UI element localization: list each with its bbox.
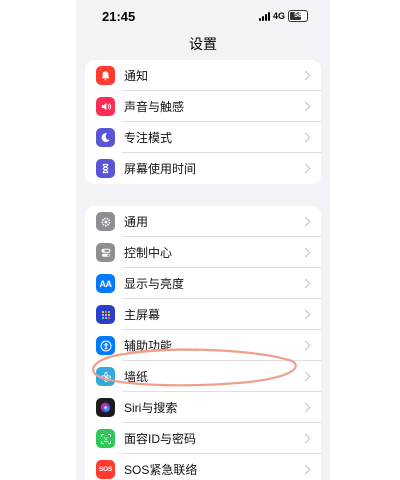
settings-group-2: 通用 控制中心 AA 显示与亮度 主屏幕 辅助功能 墙纸 Siri与搜索 面容I… xyxy=(85,206,321,480)
toggles-icon xyxy=(96,243,115,262)
chevron-right-icon xyxy=(300,278,311,289)
settings-row-home-screen[interactable]: 主屏幕 xyxy=(85,299,321,330)
network-type: 4G xyxy=(272,11,285,21)
accessibility-icon xyxy=(96,336,115,355)
settings-row-label: 辅助功能 xyxy=(124,339,173,353)
chevron-right-icon xyxy=(300,247,311,258)
battery-level: 58 xyxy=(294,12,302,19)
battery-icon: 58 xyxy=(288,10,308,22)
settings-group-1: 通知 声音与触感 专注模式 屏幕使用时间 xyxy=(85,60,321,184)
settings-screen: 21:45 4G 58 设置 通知 声音与触感 专注模式 屏幕使用时间 通用 控… xyxy=(76,0,330,480)
chevron-right-icon xyxy=(300,309,311,320)
sos-icon: SOS xyxy=(96,460,115,479)
settings-row-label: 屏幕使用时间 xyxy=(124,162,197,176)
home-grid-icon xyxy=(96,305,115,324)
settings-row-label: Siri与搜索 xyxy=(124,401,178,415)
settings-row-notifications[interactable]: 通知 xyxy=(85,60,321,91)
speaker-icon xyxy=(96,97,115,116)
page-title: 设置 xyxy=(189,36,217,52)
settings-row-focus[interactable]: 专注模式 xyxy=(85,122,321,153)
bell-icon xyxy=(96,66,115,85)
chevron-right-icon xyxy=(300,132,311,143)
hourglass-icon xyxy=(96,159,115,178)
text-size-icon: AA xyxy=(96,274,115,293)
status-indicators: 4G 58 xyxy=(258,10,308,22)
settings-row-label: 主屏幕 xyxy=(124,308,161,322)
chevron-right-icon xyxy=(300,464,311,475)
settings-row-screen-time[interactable]: 屏幕使用时间 xyxy=(85,153,321,184)
settings-row-label: 通用 xyxy=(124,215,149,229)
settings-row-wallpaper[interactable]: 墙纸 xyxy=(85,361,321,392)
chevron-right-icon xyxy=(300,163,311,174)
settings-row-siri[interactable]: Siri与搜索 xyxy=(85,392,321,423)
status-bar: 21:45 4G 58 xyxy=(76,0,330,32)
settings-row-label: 声音与触感 xyxy=(124,100,185,114)
status-time: 21:45 xyxy=(102,9,136,24)
face-id-icon xyxy=(96,429,115,448)
settings-row-sounds[interactable]: 声音与触感 xyxy=(85,91,321,122)
settings-row-label: 控制中心 xyxy=(124,246,173,260)
settings-row-sos[interactable]: SOS SOS紧急联络 xyxy=(85,454,321,480)
settings-row-face-id[interactable]: 面容ID与密码 xyxy=(85,423,321,454)
chevron-right-icon xyxy=(300,101,311,112)
siri-icon xyxy=(96,398,115,417)
settings-row-label: 通知 xyxy=(124,69,149,83)
chevron-right-icon xyxy=(300,371,311,382)
settings-row-label: 专注模式 xyxy=(124,131,173,145)
chevron-right-icon xyxy=(300,216,311,227)
wallpaper-flower-icon xyxy=(96,367,115,386)
settings-row-label: SOS紧急联络 xyxy=(124,463,198,477)
gear-icon xyxy=(96,212,115,231)
settings-row-display[interactable]: AA 显示与亮度 xyxy=(85,268,321,299)
settings-row-label: 面容ID与密码 xyxy=(124,432,197,446)
signal-icon xyxy=(258,11,270,21)
chevron-right-icon xyxy=(300,402,311,413)
moon-icon xyxy=(96,128,115,147)
chevron-right-icon xyxy=(300,433,311,444)
settings-row-label: 显示与亮度 xyxy=(124,277,185,291)
settings-row-control-center[interactable]: 控制中心 xyxy=(85,237,321,268)
chevron-right-icon xyxy=(300,340,311,351)
settings-row-accessibility[interactable]: 辅助功能 xyxy=(85,330,321,361)
chevron-right-icon xyxy=(300,70,311,81)
settings-row-label: 墙纸 xyxy=(124,370,149,384)
settings-row-general[interactable]: 通用 xyxy=(85,206,321,237)
